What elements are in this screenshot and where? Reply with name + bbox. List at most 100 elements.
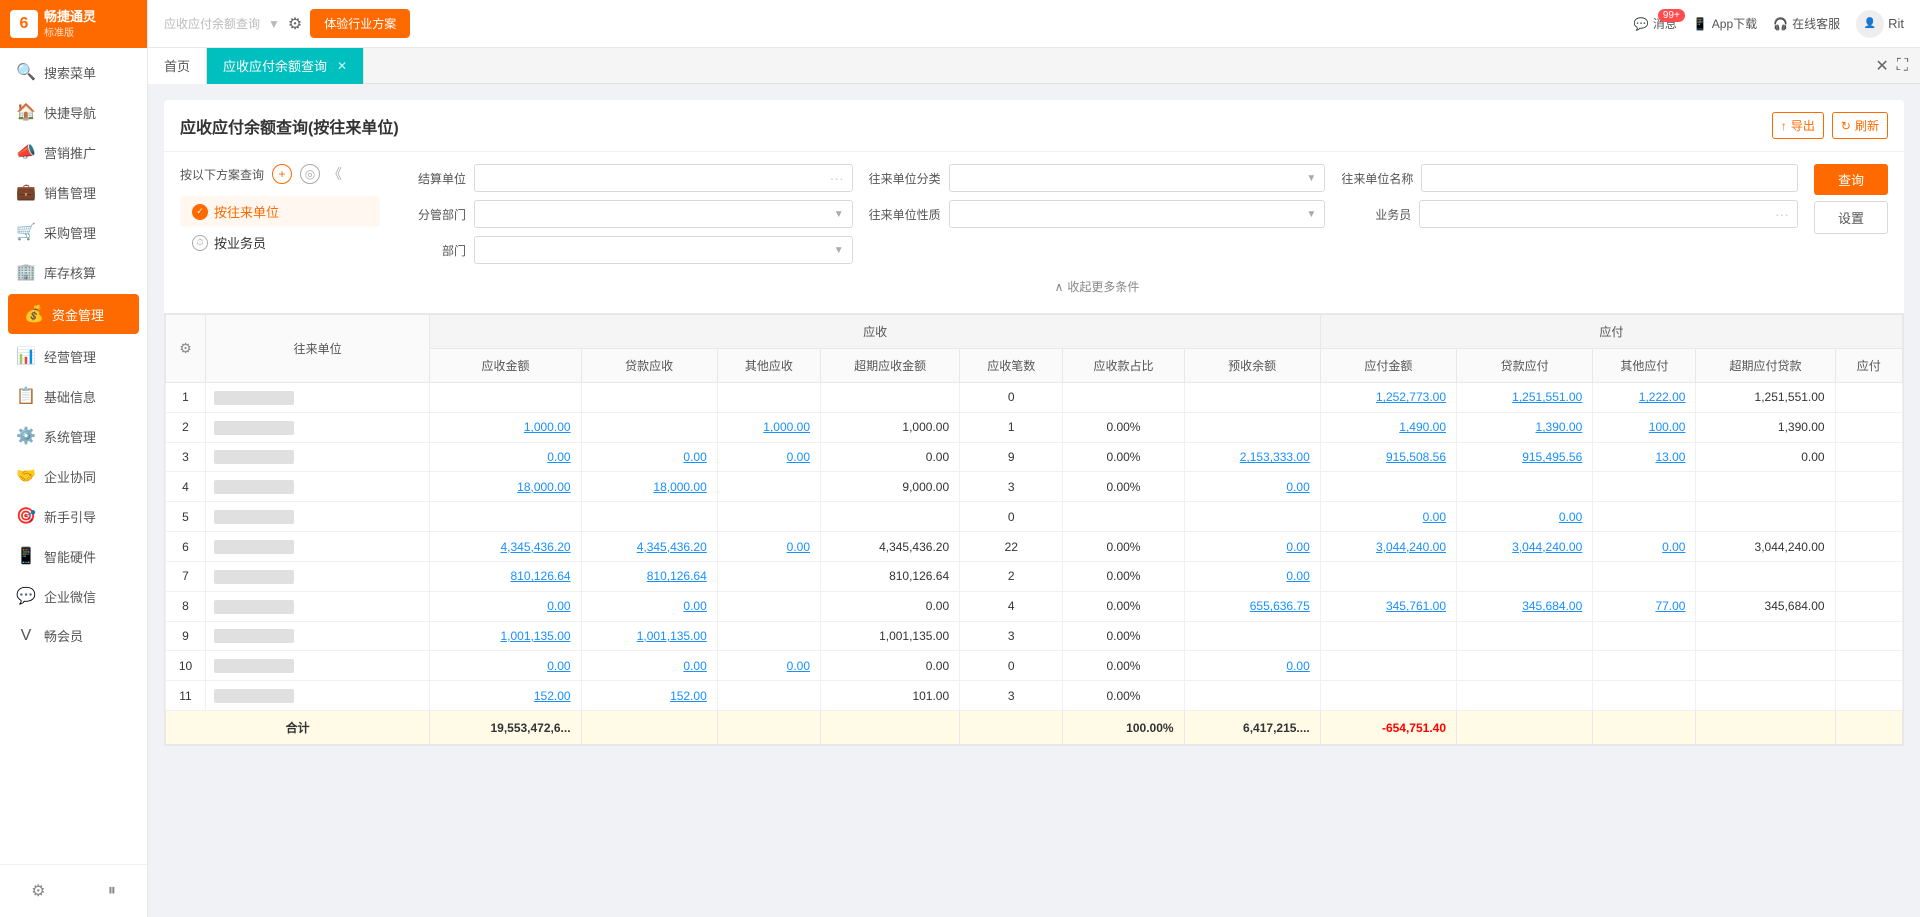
- table-cell[interactable]: 18,000.00: [430, 472, 581, 502]
- table-cell[interactable]: 0.00: [1457, 502, 1593, 532]
- table-cell[interactable]: 1,222.00: [1593, 383, 1696, 413]
- scheme-by-salesperson[interactable]: ⏱ 按业务员: [180, 227, 380, 258]
- table-cell[interactable]: 0.00: [430, 591, 581, 621]
- table-cell[interactable]: 1,390.00: [1457, 412, 1593, 442]
- user-menu[interactable]: 👤 Rit: [1856, 10, 1904, 38]
- table-cell[interactable]: 0.00: [581, 651, 717, 681]
- table-cell[interactable]: 915,495.56: [1457, 442, 1593, 472]
- table-cell[interactable]: 1,001,135.00: [581, 621, 717, 651]
- table-cell[interactable]: 4,345,436.20: [581, 532, 717, 562]
- sidebar-item-inventory[interactable]: 🏢 库存核算: [0, 252, 147, 292]
- table-cell[interactable]: 13.00: [1593, 442, 1696, 472]
- filter-row-2: 分管部门 ▼ 往来单位性质 ▼: [396, 200, 1798, 228]
- export-button[interactable]: ↑ 导出: [1772, 112, 1824, 139]
- sidebar-item-basic[interactable]: 📋 基础信息: [0, 376, 147, 416]
- table-cell[interactable]: 345,684.00: [1457, 591, 1593, 621]
- settlement-unit-input[interactable]: ···: [474, 164, 853, 192]
- add-scheme-btn[interactable]: +: [272, 164, 292, 184]
- table-cell[interactable]: 18,000.00: [581, 472, 717, 502]
- sidebar-item-quicknav[interactable]: 🏠 快捷导航: [0, 92, 147, 132]
- table-cell[interactable]: 152.00: [430, 681, 581, 711]
- table-cell[interactable]: 100.00: [1593, 412, 1696, 442]
- sidebar-item-capital[interactable]: 💰 资金管理: [8, 294, 139, 334]
- user-avatar: 👤: [1856, 10, 1884, 38]
- table-cell[interactable]: 0.00: [1593, 532, 1696, 562]
- table-cell[interactable]: 0.00: [717, 532, 820, 562]
- table-cell[interactable]: 345,761.00: [1320, 591, 1456, 621]
- sidebar-item-vip[interactable]: V 畅会员: [0, 616, 147, 655]
- sidebar-item-cooperation[interactable]: 🤝 企业协同: [0, 456, 147, 496]
- table-cell[interactable]: 915,508.56: [1320, 442, 1456, 472]
- col-ap-5-header: 应付: [1835, 349, 1902, 383]
- sidebar-item-sales[interactable]: 💼 销售管理: [0, 172, 147, 212]
- sidebar-item-marketing[interactable]: 📣 营销推广: [0, 132, 147, 172]
- table-cell[interactable]: 0.00: [430, 442, 581, 472]
- message-btn[interactable]: 💬 消息 99+: [1634, 15, 1677, 32]
- table-cell[interactable]: 2,153,333.00: [1184, 442, 1320, 472]
- scheme-selector: 按以下方案查询 + ◎ 《 ✓ 按往来单位 ⏱ 按业务员: [180, 164, 380, 301]
- table-cell: [1835, 472, 1902, 502]
- sidebar-item-guide[interactable]: 🎯 新手引导: [0, 496, 147, 536]
- partner-name-input[interactable]: [1421, 164, 1798, 192]
- table-settings-icon[interactable]: ⚙: [179, 340, 192, 356]
- col-settings-header[interactable]: ⚙: [166, 315, 206, 383]
- table-cell[interactable]: 0.00: [1184, 651, 1320, 681]
- table-cell[interactable]: 77.00: [1593, 591, 1696, 621]
- tab-close-icon[interactable]: ✕: [337, 59, 347, 73]
- collapse-more-btn[interactable]: ∧ 收起更多条件: [396, 272, 1798, 301]
- sidebar-item-search[interactable]: 🔍 搜索菜单: [0, 52, 147, 92]
- col-ar-count-header: 应收笔数: [960, 349, 1063, 383]
- sidebar-settings-btn[interactable]: ⚙: [25, 875, 51, 907]
- table-cell[interactable]: 0.00: [430, 651, 581, 681]
- table-cell[interactable]: 3,044,240.00: [1457, 532, 1593, 562]
- sub-dept-input[interactable]: ▼: [474, 236, 853, 264]
- table-cell[interactable]: 0.00: [1184, 472, 1320, 502]
- sidebar-item-system[interactable]: ⚙️ 系统管理: [0, 416, 147, 456]
- sidebar-item-hardware[interactable]: 📱 智能硬件: [0, 536, 147, 576]
- table-cell[interactable]: 810,126.64: [430, 561, 581, 591]
- table-cell[interactable]: 1,001,135.00: [430, 621, 581, 651]
- refresh-button[interactable]: ↻ 刷新: [1832, 112, 1888, 139]
- right-filter: 查询 设置: [1814, 164, 1888, 301]
- tab-ar-query[interactable]: 应收应付余额查询 ✕: [207, 48, 364, 84]
- promo-button[interactable]: 体验行业方案: [310, 9, 410, 38]
- close-window-icon[interactable]: ✕: [1875, 56, 1888, 76]
- partner-category-input[interactable]: ▼: [949, 164, 1326, 192]
- table-cell[interactable]: 0.00: [581, 442, 717, 472]
- table-cell[interactable]: 810,126.64: [581, 561, 717, 591]
- sidebar-bottom: ⚙ ⏸: [0, 864, 147, 917]
- table-cell[interactable]: 1,251,551.00: [1457, 383, 1593, 413]
- partner-nature-input[interactable]: ▼: [949, 200, 1326, 228]
- app-download-btn[interactable]: 📱 App下载: [1693, 15, 1757, 32]
- dept-input[interactable]: ▼: [474, 200, 853, 228]
- prev-scheme-btn[interactable]: 《: [328, 164, 342, 184]
- sidebar-collapse-btn[interactable]: ⏸: [102, 876, 122, 906]
- sidebar-item-operations[interactable]: 📊 经营管理: [0, 336, 147, 376]
- sidebar-item-purchase[interactable]: 🛒 采购管理: [0, 212, 147, 252]
- salesperson-input[interactable]: ···: [1419, 200, 1798, 228]
- sales-icon: 💼: [16, 182, 36, 202]
- maximize-icon[interactable]: ⛶: [1897, 57, 1908, 75]
- table-cell[interactable]: 4,345,436.20: [430, 532, 581, 562]
- online-service-btn[interactable]: 🎧 在线客服: [1773, 15, 1840, 32]
- table-cell[interactable]: 0.00: [717, 651, 820, 681]
- table-cell[interactable]: 1,490.00: [1320, 412, 1456, 442]
- table-cell[interactable]: 0.00: [717, 442, 820, 472]
- sidebar-item-wechat[interactable]: 💬 企业微信: [0, 576, 147, 616]
- table-cell[interactable]: 3,044,240.00: [1320, 532, 1456, 562]
- tab-home[interactable]: 首页: [148, 48, 207, 84]
- table-cell[interactable]: 655,636.75: [1184, 591, 1320, 621]
- table-cell[interactable]: 1,000.00: [717, 412, 820, 442]
- scheme-by-partner[interactable]: ✓ 按往来单位: [180, 196, 380, 227]
- table-cell[interactable]: 152.00: [581, 681, 717, 711]
- settings-button[interactable]: 设置: [1814, 201, 1888, 234]
- header-settings-icon[interactable]: ⚙: [288, 14, 302, 34]
- table-cell[interactable]: 0.00: [1320, 502, 1456, 532]
- scheme-settings-btn[interactable]: ◎: [300, 164, 320, 184]
- table-cell[interactable]: 0.00: [1184, 561, 1320, 591]
- table-cell[interactable]: 1,252,773.00: [1320, 383, 1456, 413]
- table-cell[interactable]: 0.00: [581, 591, 717, 621]
- query-button[interactable]: 查询: [1814, 164, 1888, 195]
- table-cell[interactable]: 1,000.00: [430, 412, 581, 442]
- table-cell[interactable]: 0.00: [1184, 532, 1320, 562]
